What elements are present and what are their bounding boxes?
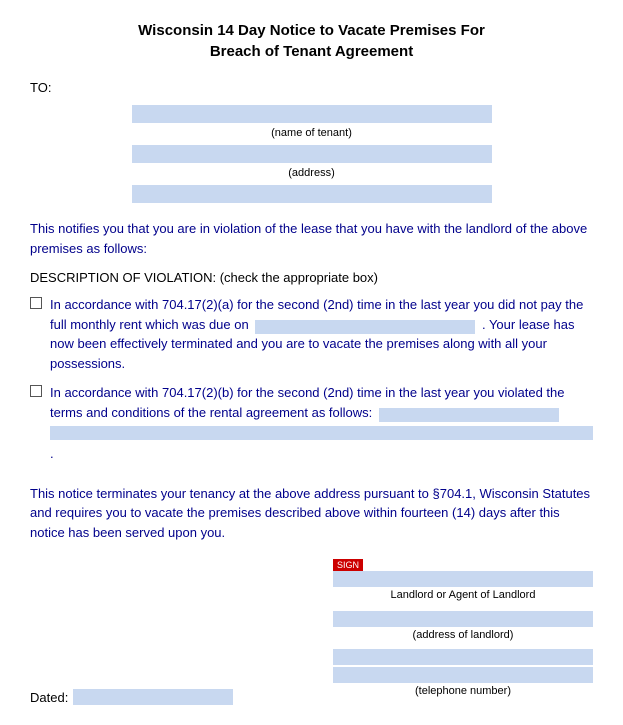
tenant-name-input[interactable] bbox=[132, 105, 492, 123]
checkbox-section-2: In accordance with 704.17(2)(b) for the … bbox=[30, 383, 593, 464]
violation-details-input-2[interactable] bbox=[50, 426, 593, 440]
tenant-address-input[interactable] bbox=[132, 145, 492, 163]
checkbox-1-text: In accordance with 704.17(2)(a) for the … bbox=[50, 295, 593, 373]
checkbox-1[interactable] bbox=[30, 297, 42, 309]
paragraph-violation: This notifies you that you are in violat… bbox=[30, 219, 593, 258]
landlord-signature-line[interactable] bbox=[333, 571, 593, 587]
landlord-address-label: (address of landlord) bbox=[333, 629, 593, 641]
tenant-address-label: (address) bbox=[288, 167, 334, 179]
notice-paragraph: This notice terminates your tenancy at t… bbox=[30, 484, 593, 543]
to-label: TO: bbox=[30, 80, 593, 95]
due-date-input[interactable] bbox=[255, 320, 475, 334]
landlord-extra-line-1[interactable] bbox=[333, 649, 593, 665]
document-title: Wisconsin 14 Day Notice to Vacate Premis… bbox=[30, 20, 593, 62]
landlord-address-line[interactable] bbox=[333, 611, 593, 627]
dated-label: Dated: bbox=[30, 690, 68, 705]
tenant-name-group: (name of tenant) (address) bbox=[30, 101, 593, 207]
telephone-label: (telephone number) bbox=[333, 685, 593, 697]
landlord-signature-area: SIGN Landlord or Agent of Landlord (addr… bbox=[333, 556, 593, 705]
landlord-extra-line-2[interactable] bbox=[333, 667, 593, 683]
tenant-name-label: (name of tenant) bbox=[271, 127, 352, 139]
checkbox-section-1: In accordance with 704.17(2)(a) for the … bbox=[30, 295, 593, 373]
dated-input[interactable] bbox=[73, 689, 233, 705]
sign-tag: SIGN bbox=[333, 559, 363, 571]
landlord-label: Landlord or Agent of Landlord bbox=[333, 589, 593, 601]
dated-area: Dated: bbox=[30, 689, 233, 705]
checkbox-2[interactable] bbox=[30, 385, 42, 397]
checkbox-2-text: In accordance with 704.17(2)(b) for the … bbox=[50, 383, 593, 464]
tenant-extra-input[interactable] bbox=[132, 185, 492, 203]
description-header: DESCRIPTION OF VIOLATION: (check the app… bbox=[30, 270, 593, 285]
violation-details-input-1[interactable] bbox=[379, 408, 559, 422]
